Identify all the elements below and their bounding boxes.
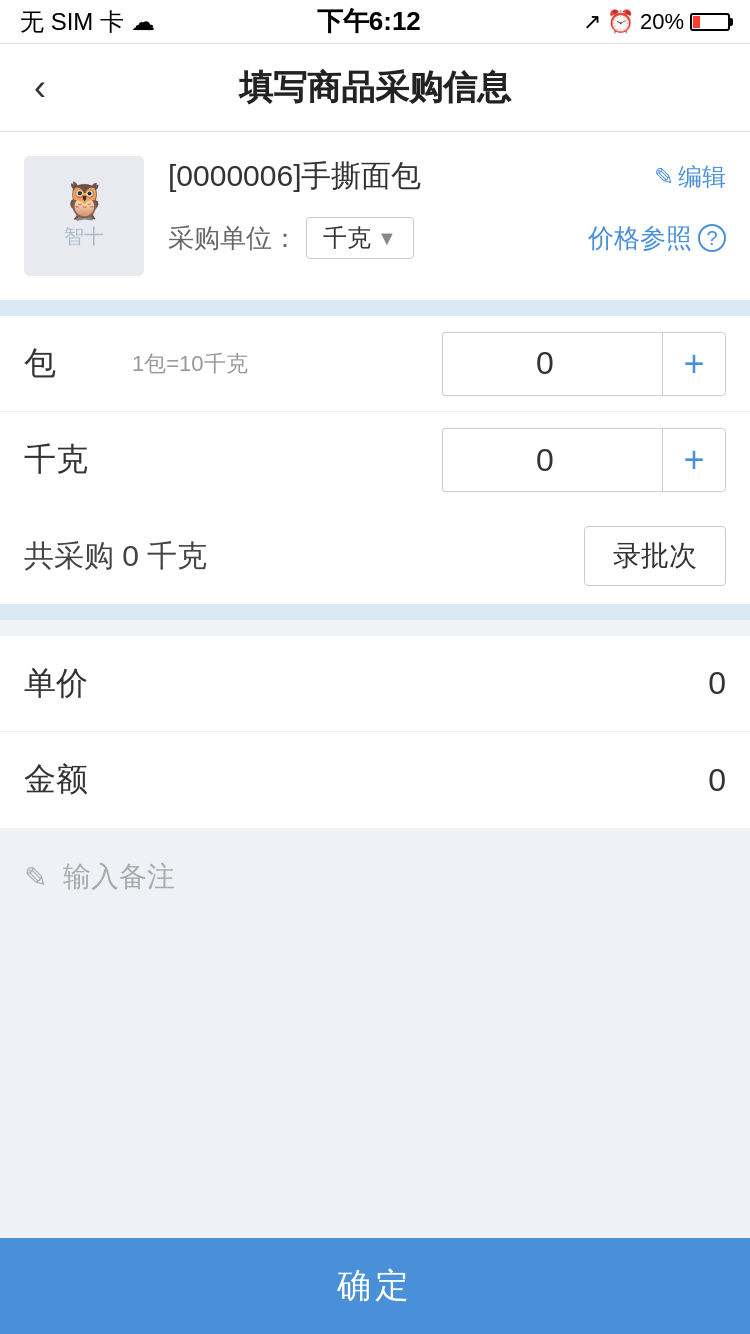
owl-icon: 🦉	[62, 183, 107, 219]
unit-price-label: 单价	[24, 662, 88, 706]
unit-price-row: 单价 0	[0, 636, 750, 732]
dropdown-icon: ▼	[377, 227, 397, 250]
product-name: [0000006]手撕面包	[168, 156, 421, 197]
kg-plus-button[interactable]: +	[662, 428, 726, 492]
edit-icon: ✎	[654, 163, 674, 191]
price-reference-button[interactable]: 价格参照 ?	[588, 221, 726, 256]
product-info: [0000006]手撕面包 ✎ 编辑 采购单位： 千克 ▼ 价格参照 ?	[168, 156, 726, 259]
brand-label: 智十	[64, 223, 104, 250]
kg-input-wrap: +	[442, 428, 726, 492]
unit-value: 千克	[323, 222, 371, 254]
alarm-icon: ⏰	[607, 9, 634, 35]
bag-sublabel: 1包=10千克	[132, 349, 442, 379]
product-name-row: [0000006]手撕面包 ✎ 编辑	[168, 156, 726, 197]
unit-row: 采购单位： 千克 ▼ 价格参照 ?	[168, 217, 726, 259]
product-code: [0000006]	[168, 159, 301, 192]
bag-input-row: 包 1包=10千克 +	[0, 316, 750, 412]
bag-label: 包	[24, 342, 124, 386]
confirm-btn-label: 确定	[337, 1263, 413, 1309]
batch-button[interactable]: 录批次	[584, 526, 726, 586]
pencil-icon: ✎	[24, 861, 47, 894]
bag-plus-button[interactable]: +	[662, 332, 726, 396]
kg-label: 千克	[24, 438, 124, 482]
summary-row: 共采购 0 千克 录批次	[0, 508, 750, 604]
amount-row: 金额 0	[0, 732, 750, 828]
sim-label: 无 SIM 卡 ☁	[20, 6, 155, 38]
status-right: ↗ ⏰ 20%	[583, 9, 730, 35]
kg-input[interactable]	[442, 428, 662, 492]
edit-label: 编辑	[678, 161, 726, 193]
product-thumbnail: 🦉 智十	[24, 156, 144, 276]
main-content: 🦉 智十 [0000006]手撕面包 ✎ 编辑 采购单位： 千克	[0, 132, 750, 1334]
amount-label: 金额	[24, 758, 88, 802]
product-card: 🦉 智十 [0000006]手撕面包 ✎ 编辑 采购单位： 千克	[0, 132, 750, 300]
remarks-section[interactable]: ✎ 输入备注	[0, 830, 750, 924]
status-bar: 无 SIM 卡 ☁ 下午6:12 ↗ ⏰ 20%	[0, 0, 750, 44]
nav-bar: ‹ 填写商品采购信息	[0, 44, 750, 132]
location-icon: ↗	[583, 9, 601, 35]
amount-value: 0	[708, 762, 726, 799]
battery-percent: 20%	[640, 9, 684, 35]
unit-price-value: 0	[708, 665, 726, 702]
edit-button[interactable]: ✎ 编辑	[654, 161, 726, 193]
input-section: 包 1包=10千克 + 千克 +	[0, 316, 750, 508]
product-title: 手撕面包	[301, 159, 421, 192]
status-left: 无 SIM 卡 ☁	[20, 6, 155, 38]
bag-input-wrap: +	[442, 332, 726, 396]
kg-input-row: 千克 +	[0, 412, 750, 508]
confirm-button[interactable]: 确定	[0, 1238, 750, 1334]
divider-blue	[0, 300, 750, 316]
back-button[interactable]: ‹	[24, 57, 56, 119]
battery-icon	[690, 13, 730, 31]
divider-blue-2	[0, 604, 750, 620]
status-time: 下午6:12	[317, 4, 421, 39]
summary-text: 共采购 0 千克	[24, 536, 207, 577]
price-info-section: 单价 0 金额 0	[0, 636, 750, 828]
unit-label: 采购单位：	[168, 221, 298, 256]
help-icon: ?	[698, 224, 726, 252]
bag-input[interactable]	[442, 332, 662, 396]
page-title: 填写商品采购信息	[239, 65, 511, 111]
remarks-placeholder: 输入备注	[63, 858, 175, 896]
unit-select[interactable]: 千克 ▼	[306, 217, 414, 259]
price-ref-label: 价格参照	[588, 221, 692, 256]
